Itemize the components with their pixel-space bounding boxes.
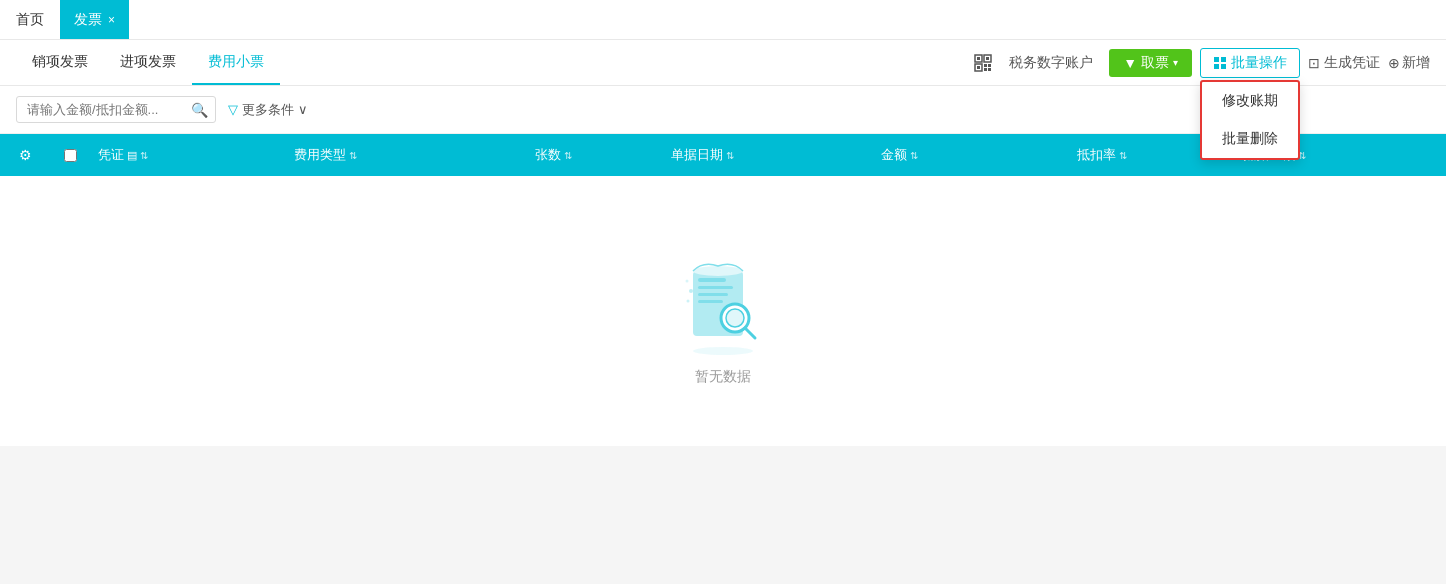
- invoice-tab-label: 发票: [74, 11, 102, 29]
- svg-rect-13: [1221, 64, 1226, 69]
- take-ticket-button[interactable]: ▼ 取票 ▾: [1109, 49, 1192, 77]
- svg-rect-10: [1214, 57, 1219, 62]
- main-content: 销项发票 进项发票 费用小票: [0, 40, 1446, 446]
- col-expense-type: 费用类型 ⇅: [286, 146, 527, 164]
- svg-rect-9: [988, 68, 991, 71]
- svg-rect-17: [698, 286, 733, 289]
- nav-home[interactable]: 首页: [0, 0, 60, 39]
- tab-expense[interactable]: 费用小票: [192, 40, 280, 85]
- settings-icon[interactable]: ⚙: [0, 147, 50, 163]
- svg-rect-16: [698, 278, 726, 282]
- empty-state: 暂无数据: [0, 176, 1446, 446]
- svg-point-14: [693, 347, 753, 355]
- svg-rect-7: [988, 64, 991, 67]
- svg-rect-19: [698, 300, 723, 303]
- svg-point-26: [686, 280, 689, 283]
- generate-voucher-button[interactable]: ⊡ 生成凭证: [1308, 54, 1380, 72]
- svg-rect-3: [986, 57, 989, 60]
- tab-sales[interactable]: 销项发票: [16, 40, 104, 85]
- batch-dropdown-menu: 修改账期 批量删除: [1200, 80, 1300, 160]
- svg-rect-5: [977, 66, 980, 69]
- search-icon: 🔍: [191, 102, 208, 118]
- svg-rect-18: [698, 293, 728, 296]
- tax-account-button[interactable]: 税务数字账户: [1001, 54, 1101, 72]
- voucher-extra-icon: ▤: [127, 149, 137, 162]
- sort-date-icon[interactable]: ⇅: [726, 150, 734, 161]
- tab-purchase[interactable]: 进项发票: [104, 40, 192, 85]
- col-amount: 金额 ⇅: [873, 146, 1069, 164]
- select-all-checkbox[interactable]: [50, 149, 90, 162]
- sort-rate-icon[interactable]: ⇅: [1119, 150, 1127, 161]
- sort-count-icon[interactable]: ⇅: [564, 150, 572, 161]
- search-button[interactable]: 🔍: [191, 102, 208, 118]
- top-nav: 首页 发票 ×: [0, 0, 1446, 40]
- sub-tabs-left: 销项发票 进项发票 费用小票: [16, 40, 280, 85]
- svg-rect-1: [977, 57, 980, 60]
- batch-icon: [1213, 56, 1227, 70]
- svg-point-24: [689, 289, 693, 293]
- more-conditions-button[interactable]: ▽ 更多条件 ∨: [228, 101, 308, 119]
- svg-line-23: [745, 328, 755, 338]
- search-input[interactable]: [16, 96, 216, 123]
- take-chevron-icon: ▾: [1173, 57, 1178, 68]
- generate-icon: ⊡: [1308, 55, 1320, 71]
- svg-rect-8: [984, 68, 987, 71]
- header-checkbox[interactable]: [64, 149, 77, 162]
- add-button[interactable]: ⊕ 新增: [1388, 54, 1430, 72]
- nav-invoice-tab[interactable]: 发票 ×: [60, 0, 129, 39]
- svg-point-20: [693, 266, 743, 276]
- qrcode-button[interactable]: [973, 53, 993, 73]
- add-icon: ⊕: [1388, 55, 1400, 71]
- col-count: 张数 ⇅: [527, 146, 663, 164]
- svg-rect-12: [1214, 64, 1219, 69]
- search-input-wrap: 🔍: [16, 96, 216, 123]
- col-date: 单据日期 ⇅: [663, 146, 874, 164]
- empty-text: 暂无数据: [695, 368, 751, 386]
- sub-tabs-right: 税务数字账户 ▼ 取票 ▾ 批量操作: [973, 48, 1430, 78]
- sub-tabs-bar: 销项发票 进项发票 费用小票: [0, 40, 1446, 86]
- svg-point-25: [687, 300, 690, 303]
- chevron-down-icon: ∨: [298, 102, 308, 117]
- svg-rect-11: [1221, 57, 1226, 62]
- take-icon: ▼: [1123, 55, 1137, 71]
- svg-point-22: [726, 309, 744, 327]
- modify-period-item[interactable]: 修改账期: [1202, 82, 1298, 120]
- batch-delete-item[interactable]: 批量删除: [1202, 120, 1298, 158]
- sort-voucher-icon[interactable]: ⇅: [140, 150, 148, 161]
- batch-operation-button[interactable]: 批量操作: [1200, 48, 1300, 78]
- svg-rect-6: [984, 64, 987, 67]
- filter-icon: ▽: [228, 102, 238, 117]
- qrcode-icon: [973, 53, 993, 73]
- col-voucher: 凭证 ▤ ⇅: [90, 146, 286, 164]
- batch-button-wrap: 批量操作 修改账期 批量删除: [1200, 48, 1300, 78]
- empty-illustration: [673, 256, 773, 356]
- close-icon[interactable]: ×: [108, 13, 115, 27]
- sort-expense-icon[interactable]: ⇅: [349, 150, 357, 161]
- sort-amount-icon[interactable]: ⇅: [910, 150, 918, 161]
